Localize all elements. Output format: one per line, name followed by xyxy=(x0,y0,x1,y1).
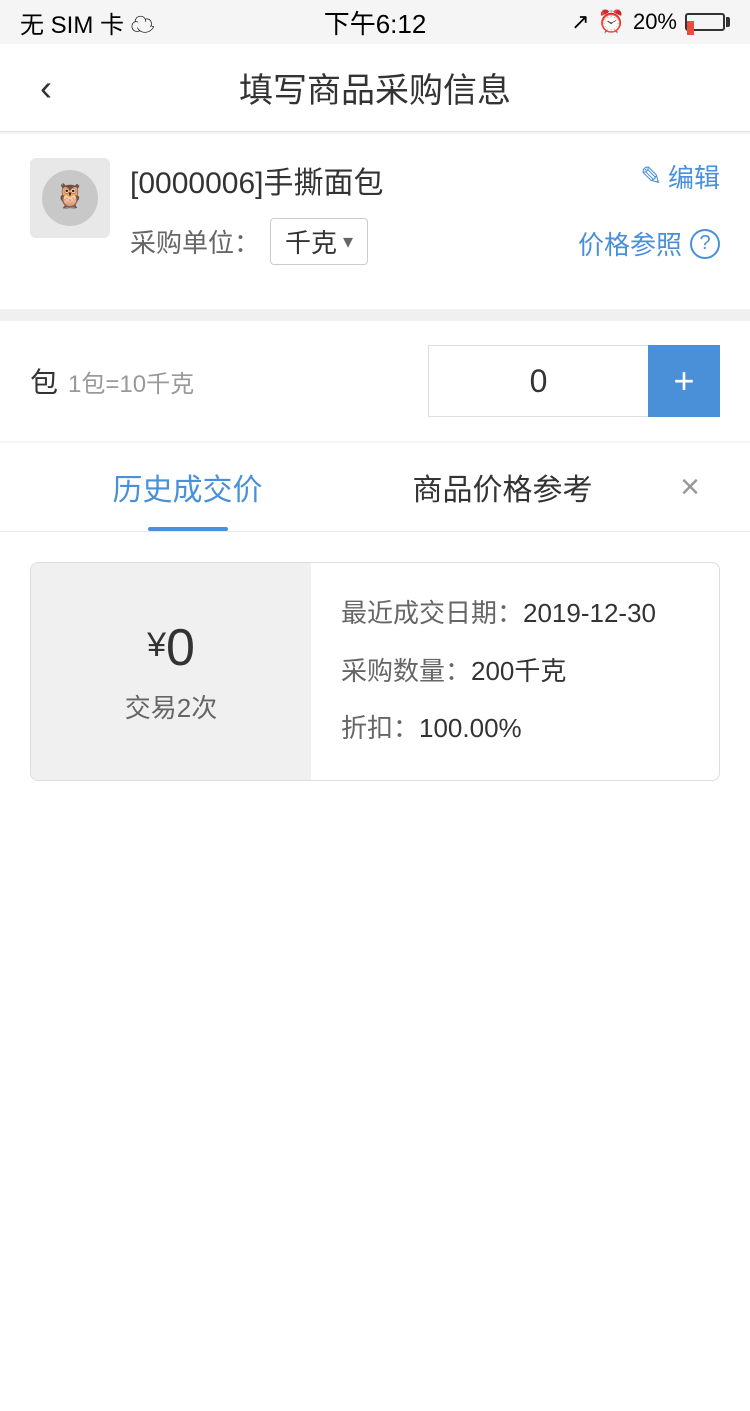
product-unit-row: 采购单位： 千克 ▾ xyxy=(130,218,383,265)
package-label: 包 xyxy=(30,361,58,401)
unit-hint: 1包=10千克 xyxy=(68,364,194,399)
price-value: 0 xyxy=(166,619,195,677)
tab-underline xyxy=(148,527,228,531)
purchase-qty-label: 采购数量： xyxy=(341,656,471,686)
status-bar: 无 SIM 卡 ☁ 下午6:12 ↗ ⏰ 20% xyxy=(0,0,750,44)
price-ref-button[interactable]: 价格参照 ? xyxy=(578,225,720,262)
product-thumbnail: 🦉 xyxy=(30,158,110,238)
recent-date-label: 最近成交日期： xyxy=(341,598,523,628)
tab-close-button[interactable]: × xyxy=(660,443,720,531)
discount-row: 折扣：100.00% xyxy=(341,708,689,750)
quantity-row: 包 1包=10千克 + xyxy=(0,321,750,441)
edit-icon: ✎ xyxy=(640,161,662,192)
product-logo-icon: 🦉 xyxy=(40,168,100,228)
purchase-qty-row: 采购数量：200千克 xyxy=(341,651,689,693)
dropdown-arrow-icon: ▾ xyxy=(343,229,353,254)
status-left: 无 SIM 卡 ☁ xyxy=(20,5,155,40)
unit-select[interactable]: 千克 ▾ xyxy=(270,218,368,265)
tabs-section: 历史成交价 商品价格参考 × ¥0 交易2次 最近成交日期：2019-12-30… xyxy=(0,443,750,811)
battery-percent: 20% xyxy=(633,9,677,35)
price-card-right: 最近成交日期：2019-12-30 采购数量：200千克 折扣：100.00% xyxy=(311,563,719,780)
back-button[interactable]: ‹ xyxy=(30,57,62,119)
empty-area xyxy=(0,811,750,1411)
tab-history-label: 历史成交价 xyxy=(113,465,263,509)
quantity-input-wrap: + xyxy=(428,345,720,417)
recent-date-row: 最近成交日期：2019-12-30 xyxy=(341,593,689,635)
status-right: ↗ ⏰ 20% xyxy=(571,9,730,35)
product-header: 🦉 [0000006]手撕面包 采购单位： 千克 ▾ ✎ 编辑 xyxy=(30,158,720,265)
svg-text:🦉: 🦉 xyxy=(55,183,85,210)
product-name: [0000006]手撕面包 xyxy=(130,158,383,202)
location-icon: ↗ xyxy=(571,9,589,35)
alarm-icon: ⏰ xyxy=(598,9,625,35)
card-container: ¥0 交易2次 最近成交日期：2019-12-30 采购数量：200千克 折扣：… xyxy=(0,532,750,811)
edit-button[interactable]: ✎ 编辑 xyxy=(640,158,720,195)
product-info: [0000006]手撕面包 采购单位： 千克 ▾ xyxy=(130,158,383,265)
price-card-left: ¥0 交易2次 xyxy=(31,563,311,780)
quantity-plus-button[interactable]: + xyxy=(648,345,720,417)
status-time: 下午6:12 xyxy=(324,4,427,41)
discount-label: 折扣： xyxy=(341,713,419,743)
nav-header: ‹ 填写商品采购信息 xyxy=(0,44,750,132)
battery-icon xyxy=(685,13,730,31)
tx-count: 交易2次 xyxy=(125,688,217,725)
tab-product-price[interactable]: 商品价格参考 xyxy=(345,443,660,531)
help-icon: ? xyxy=(690,229,720,259)
signal-text: 无 SIM 卡 ☁ xyxy=(20,5,155,40)
edit-label: 编辑 xyxy=(668,158,720,195)
price-main: ¥0 xyxy=(147,618,195,678)
quantity-input[interactable] xyxy=(428,345,648,417)
unit-value: 千克 xyxy=(285,223,337,260)
tabs-header: 历史成交价 商品价格参考 × xyxy=(0,443,750,532)
tab-product-label: 商品价格参考 xyxy=(413,465,593,509)
page-title: 填写商品采购信息 xyxy=(239,63,511,112)
product-section: 🦉 [0000006]手撕面包 采购单位： 千克 ▾ ✎ 编辑 xyxy=(0,134,750,309)
quantity-label: 包 1包=10千克 xyxy=(30,361,194,401)
price-card: ¥0 交易2次 最近成交日期：2019-12-30 采购数量：200千克 折扣：… xyxy=(30,562,720,781)
currency-symbol: ¥ xyxy=(147,626,166,665)
tab-history-price[interactable]: 历史成交价 xyxy=(30,443,345,531)
product-actions: ✎ 编辑 价格参照 ? xyxy=(578,158,720,262)
purchase-qty-value: 200千克 xyxy=(471,656,566,686)
recent-date-value: 2019-12-30 xyxy=(523,598,656,628)
product-left: 🦉 [0000006]手撕面包 采购单位： 千克 ▾ xyxy=(30,158,383,265)
unit-label: 采购单位： xyxy=(130,223,260,260)
discount-value: 100.00% xyxy=(419,713,522,743)
section-divider xyxy=(0,309,750,321)
price-ref-label: 价格参照 xyxy=(578,225,682,262)
